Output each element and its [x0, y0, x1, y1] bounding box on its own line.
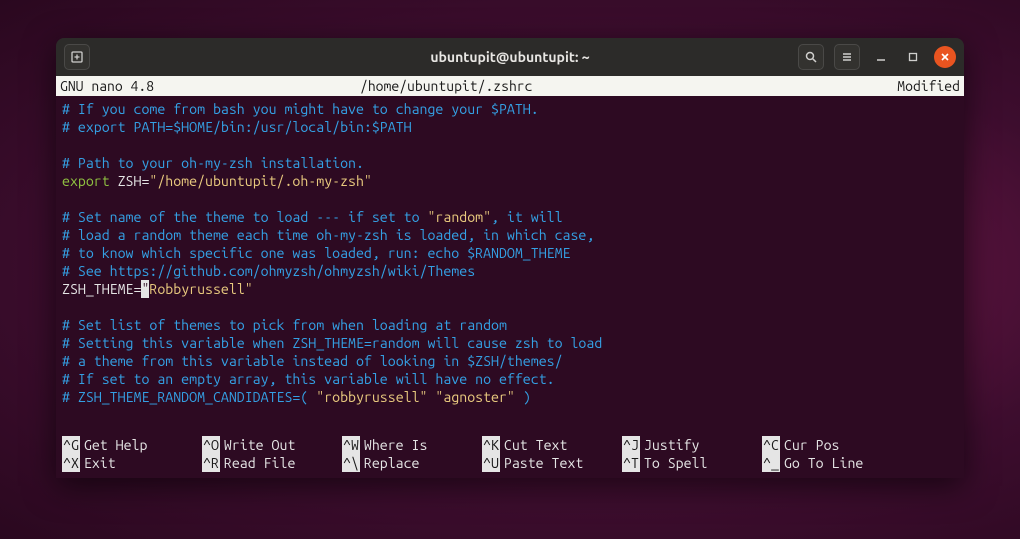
help-justify[interactable]: ^JJustify [622, 436, 762, 454]
help-label: Get Help [84, 436, 148, 454]
help-where-is[interactable]: ^WWhere Is [342, 436, 482, 454]
editor-line: # Set list of themes to pick from when l… [62, 317, 507, 333]
help-key: ^G [62, 436, 80, 454]
token-keyword: export [62, 173, 110, 189]
help-key: ^T [622, 454, 640, 472]
help-key: ^O [202, 436, 220, 454]
help-key: ^W [342, 436, 360, 454]
help-key: ^K [482, 436, 500, 454]
titlebar-left [64, 44, 90, 70]
editor-line: # If set to an empty array, this variabl… [62, 371, 555, 387]
maximize-button[interactable] [902, 46, 924, 68]
editor-line: # load a random theme each time oh-my-zs… [62, 227, 594, 243]
help-label: To Spell [644, 454, 708, 472]
help-label: Cut Text [504, 436, 568, 454]
minimize-button[interactable] [870, 46, 892, 68]
editor-line: # to know which specific one was loaded,… [62, 245, 570, 261]
editor-line: # Set name of the theme to load --- if s… [62, 209, 427, 225]
nano-modified-status: Modified [860, 78, 960, 94]
token-string: "robbyrussell" "agnoster" [316, 389, 515, 405]
help-paste-text[interactable]: ^UPaste Text [482, 454, 622, 472]
help-label: Paste Text [504, 454, 583, 472]
titlebar: ubuntupit@ubuntupit: ~ [56, 38, 964, 76]
help-label: Read File [224, 454, 296, 472]
help-exit[interactable]: ^XExit [62, 454, 202, 472]
close-button[interactable] [934, 46, 956, 68]
editor-area[interactable]: # If you come from bash you might have t… [56, 96, 964, 436]
editor-line: # Setting this variable when ZSH_THEME=r… [62, 335, 602, 351]
editor-line: # See https://github.com/ohmyzsh/ohmyzsh… [62, 263, 475, 279]
help-get-help[interactable]: ^GGet Help [62, 436, 202, 454]
help-row: ^GGet Help ^OWrite Out ^WWhere Is ^KCut … [62, 436, 958, 454]
help-label: Justify [644, 436, 700, 454]
help-key: ^J [622, 436, 640, 454]
editor-line: # ZSH_THEME_RANDOM_CANDIDATES=( [62, 389, 316, 405]
help-key: ^X [62, 454, 80, 472]
help-write-out[interactable]: ^OWrite Out [202, 436, 342, 454]
token-eq: = [134, 281, 142, 297]
token-string: "random" [427, 209, 491, 225]
token-var: ZSH_THEME [62, 281, 134, 297]
token-string: "/home/ubuntupit/.oh-my-zsh" [149, 173, 371, 189]
help-row: ^XExit ^RRead File ^\Replace ^UPaste Tex… [62, 454, 958, 472]
help-read-file[interactable]: ^RRead File [202, 454, 342, 472]
search-button[interactable] [798, 44, 824, 70]
help-go-to-line[interactable]: ^_Go To Line [762, 454, 902, 472]
nano-app-name: GNU nano 4.8 [60, 78, 340, 94]
editor-line: # Path to your oh-my-zsh installation. [62, 155, 364, 171]
titlebar-right [798, 44, 956, 70]
help-label: Where Is [364, 436, 428, 454]
nano-statusbar: GNU nano 4.8 /home/ubuntupit/.zshrc Modi… [56, 76, 964, 96]
terminal-window: ubuntupit@ubuntupit: ~ [56, 38, 964, 478]
editor-line: # If you come from bash you might have t… [62, 101, 539, 117]
editor-line: # a theme from this variable instead of … [62, 353, 563, 369]
help-label: Write Out [224, 436, 296, 454]
editor-line: ) [515, 389, 531, 405]
nano-helpbar: ^GGet Help ^OWrite Out ^WWhere Is ^KCut … [56, 436, 964, 478]
help-label: Cur Pos [784, 436, 840, 454]
help-to-spell[interactable]: ^TTo Spell [622, 454, 762, 472]
help-key: ^R [202, 454, 220, 472]
new-tab-button[interactable] [64, 44, 90, 70]
help-label: Replace [364, 454, 420, 472]
nano-file-path: /home/ubuntupit/.zshrc [340, 78, 860, 94]
help-key: ^C [762, 436, 780, 454]
help-replace[interactable]: ^\Replace [342, 454, 482, 472]
help-cut-text[interactable]: ^KCut Text [482, 436, 622, 454]
help-label: Go To Line [784, 454, 863, 472]
token-var: ZSH [110, 173, 142, 189]
help-label: Exit [84, 454, 116, 472]
help-key: ^_ [762, 454, 780, 472]
help-cur-pos[interactable]: ^CCur Pos [762, 436, 902, 454]
editor-line: # export PATH=$HOME/bin:/usr/local/bin:$… [62, 119, 412, 135]
help-key: ^U [482, 454, 500, 472]
token-string: Robbyrussell" [149, 281, 252, 297]
help-key: ^\ [342, 454, 360, 472]
editor-line: , it will [491, 209, 563, 225]
menu-button[interactable] [834, 44, 860, 70]
